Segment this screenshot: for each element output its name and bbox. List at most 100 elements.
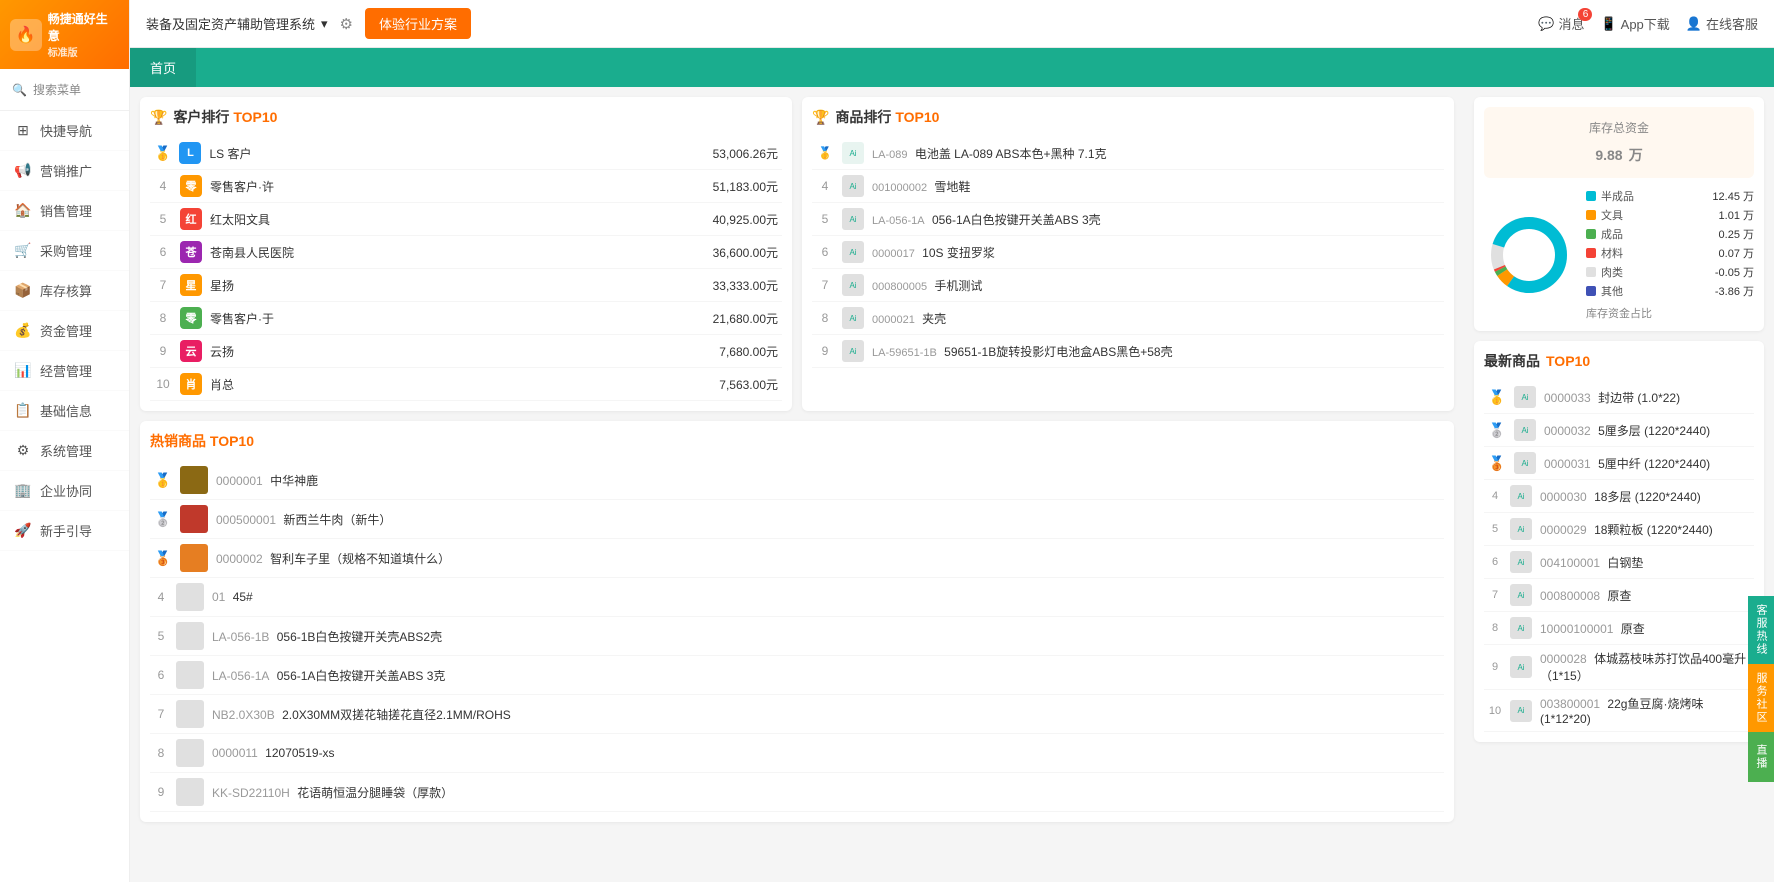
new-prod-img: Ai	[1510, 551, 1532, 573]
new-prod-img: Ai	[1510, 584, 1532, 606]
hot-prod-row: 🥇 0000001 中华神鹿	[150, 461, 1444, 500]
message-button[interactable]: 💬 消息 6	[1538, 14, 1584, 33]
medal-icon: 🥉	[1488, 455, 1506, 472]
search-menu-button[interactable]: 🔍 搜索菜单	[8, 77, 121, 102]
system-select[interactable]: 装备及固定资产辅助管理系统 ▾	[146, 14, 328, 33]
legend-dot	[1586, 267, 1596, 277]
prod-img: Ai	[842, 142, 864, 164]
hot-prod-img	[176, 739, 204, 767]
hot-prod-row: 7 NB2.0X30B 2.0X30MM双搓花轴搓花直径2.1MM/ROHS	[150, 695, 1444, 734]
sidebar: 🔥 畅捷通好生意 标准版 🔍 搜索菜单 ⊞ 快捷导航 📢 营销推广 🏠 销售管理…	[0, 0, 130, 882]
hot-prod-img	[176, 583, 204, 611]
inventory-chart-area: 半成品 12.45 万 文具 1.01 万 成品 0.25 万	[1484, 188, 1754, 321]
message-icon: 💬	[1538, 16, 1554, 32]
new-prod-row: 6 Ai 004100001 白钢垫	[1484, 546, 1754, 579]
prod-rank-row: 7 Ai 000800005 手机测试	[812, 269, 1444, 302]
inventory-total-label: 库存总资金	[1496, 119, 1742, 136]
customer-avatar-4: 苍	[180, 241, 202, 263]
sidebar-nav: ⊞ 快捷导航 📢 营销推广 🏠 销售管理 🛒 采购管理 📦 库存核算 💰 资金管…	[0, 111, 129, 551]
medal-icon: 🥉	[154, 550, 172, 567]
sidebar-item-basics[interactable]: 📋 基础信息	[0, 391, 129, 431]
legend-dot	[1586, 248, 1596, 258]
new-prod-img: Ai	[1514, 419, 1536, 441]
customer-avatar-5: 星	[180, 274, 202, 296]
prod-img: Ai	[842, 208, 864, 230]
float-btn-community[interactable]: 服务社区	[1748, 664, 1774, 732]
hot-prod-img	[180, 544, 208, 572]
basics-icon: 📋	[14, 402, 32, 419]
inventory-total-value: 9.88 万	[1496, 140, 1742, 166]
customer-avatar-3: 红	[180, 208, 202, 230]
customer-rank-row: 4 零 零售客户·许 51,183.00元	[150, 170, 782, 203]
sidebar-item-corp[interactable]: 🏢 企业协同	[0, 471, 129, 511]
hot-prod-img	[176, 778, 204, 806]
hot-prod-img	[176, 622, 204, 650]
nav-tabs: 首页	[130, 48, 1774, 87]
hot-prod-row: 5 LA-056-1B 056-1B白色按键开关壳ABS2壳	[150, 617, 1444, 656]
newest-products-list: 🥇 Ai 0000033 封边带 (1.0*22) 🥈 Ai 0000032 5…	[1484, 381, 1754, 732]
float-btn-live[interactable]: 直播	[1748, 732, 1774, 782]
customer-rank-table: 🥇 L LS 客户 53,006.26元 4 零 零售客户·许 51,183.0…	[150, 137, 782, 401]
prod-rank-row: 4 Ai 001000002 雪地鞋	[812, 170, 1444, 203]
right-sidebar: 库存总资金 9.88 万	[1464, 87, 1774, 882]
legend-dot	[1586, 191, 1596, 201]
legend-row: 肉类 -0.05 万	[1586, 264, 1754, 280]
rank-medal-1: 🥇	[154, 145, 171, 162]
system-icon: ⚙	[14, 442, 32, 459]
sidebar-item-newbie[interactable]: 🚀 新手引导	[0, 511, 129, 551]
sidebar-item-finance[interactable]: 💰 资金管理	[0, 311, 129, 351]
settings-icon[interactable]: ⚙	[340, 15, 353, 33]
hot-prod-row: 🥉 0000002 智利车子里（规格不知道填什么）	[150, 539, 1444, 578]
inventory-chart-label: 库存资金占比	[1586, 305, 1754, 321]
sidebar-item-system[interactable]: ⚙ 系统管理	[0, 431, 129, 471]
customer-avatar-2: 零	[180, 175, 202, 197]
product-ranking-panel: 🏆 商品排行 TOP10 🥇 Ai LA-089 电池盖 LA-089 ABS本…	[802, 97, 1454, 411]
hot-prod-row: 🥈 000500001 新西兰牛肉（新牛）	[150, 500, 1444, 539]
sales-icon: 🏠	[14, 202, 32, 219]
sidebar-item-quicknav[interactable]: ⊞ 快捷导航	[0, 111, 129, 151]
sidebar-item-sales[interactable]: 🏠 销售管理	[0, 191, 129, 231]
hot-products-panel: 热销商品 TOP10 🥇 0000001 中华神鹿 🥈	[140, 421, 1454, 822]
prod-rank-row: 🥇 Ai LA-089 电池盖 LA-089 ABS本色+黑种 7.1克	[812, 137, 1444, 170]
float-btn-service[interactable]: 客服热线	[1748, 596, 1774, 664]
dropdown-icon: ▾	[321, 16, 328, 32]
search-icon: 🔍	[12, 83, 27, 97]
prod-img: Ai	[842, 241, 864, 263]
trial-button[interactable]: 体验行业方案	[365, 8, 471, 39]
topbar: 装备及固定资产辅助管理系统 ▾ ⚙ 体验行业方案 💬 消息 6 📱 App下载 …	[130, 0, 1774, 48]
new-prod-row: 5 Ai 0000029 18颗粒板 (1220*2440)	[1484, 513, 1754, 546]
new-prod-img: Ai	[1514, 386, 1536, 408]
hot-prod-img	[180, 466, 208, 494]
hot-prod-img	[180, 505, 208, 533]
legend-row: 成品 0.25 万	[1586, 226, 1754, 242]
sidebar-item-marketing[interactable]: 📢 营销推广	[0, 151, 129, 191]
logo-icon: 🔥	[10, 19, 42, 51]
medal-icon: 🥇	[1488, 389, 1506, 406]
newbie-icon: 🚀	[14, 522, 32, 539]
new-prod-row: 10 Ai 003800001 22g鱼豆腐·烧烤味 (1*12*20)	[1484, 690, 1754, 732]
marketing-icon: 📢	[14, 162, 32, 179]
ranking-row: 🏆 客户排行 TOP10 🥇 L LS 客户 53,006.26元 4	[140, 97, 1454, 411]
new-prod-row: 7 Ai 000800008 原查	[1484, 579, 1754, 612]
hot-prod-img	[176, 700, 204, 728]
quicknav-icon: ⊞	[14, 122, 32, 139]
main-panels: 🏆 客户排行 TOP10 🥇 L LS 客户 53,006.26元 4	[130, 87, 1464, 882]
sidebar-item-inventory[interactable]: 📦 库存核算	[0, 271, 129, 311]
prod-rank-row: 8 Ai 0000021 夹壳	[812, 302, 1444, 335]
inventory-total: 库存总资金 9.88 万	[1484, 107, 1754, 178]
sidebar-item-purchase[interactable]: 🛒 采购管理	[0, 231, 129, 271]
customer-rank-row: 5 红 红太阳文具 40,925.00元	[150, 203, 782, 236]
content-area: 🏆 客户排行 TOP10 🥇 L LS 客户 53,006.26元 4	[130, 87, 1774, 882]
message-badge: 6	[1578, 8, 1592, 21]
hot-products-list: 🥇 0000001 中华神鹿 🥈 000500001 新西兰牛肉（新牛）	[150, 461, 1444, 812]
search-menu-area[interactable]: 🔍 搜索菜单	[0, 69, 129, 111]
topbar-right: 💬 消息 6 📱 App下载 👤 在线客服	[1538, 14, 1758, 33]
medal-icon: 🥈	[1488, 422, 1506, 439]
online-service-button[interactable]: 👤 在线客服	[1686, 14, 1758, 33]
tab-home[interactable]: 首页	[130, 48, 196, 87]
trophy2-icon: 🏆	[812, 109, 829, 126]
prod-img: Ai	[842, 307, 864, 329]
sidebar-item-operations[interactable]: 📊 经营管理	[0, 351, 129, 391]
inventory-icon: 📦	[14, 282, 32, 299]
app-download-button[interactable]: 📱 App下载	[1600, 14, 1669, 33]
